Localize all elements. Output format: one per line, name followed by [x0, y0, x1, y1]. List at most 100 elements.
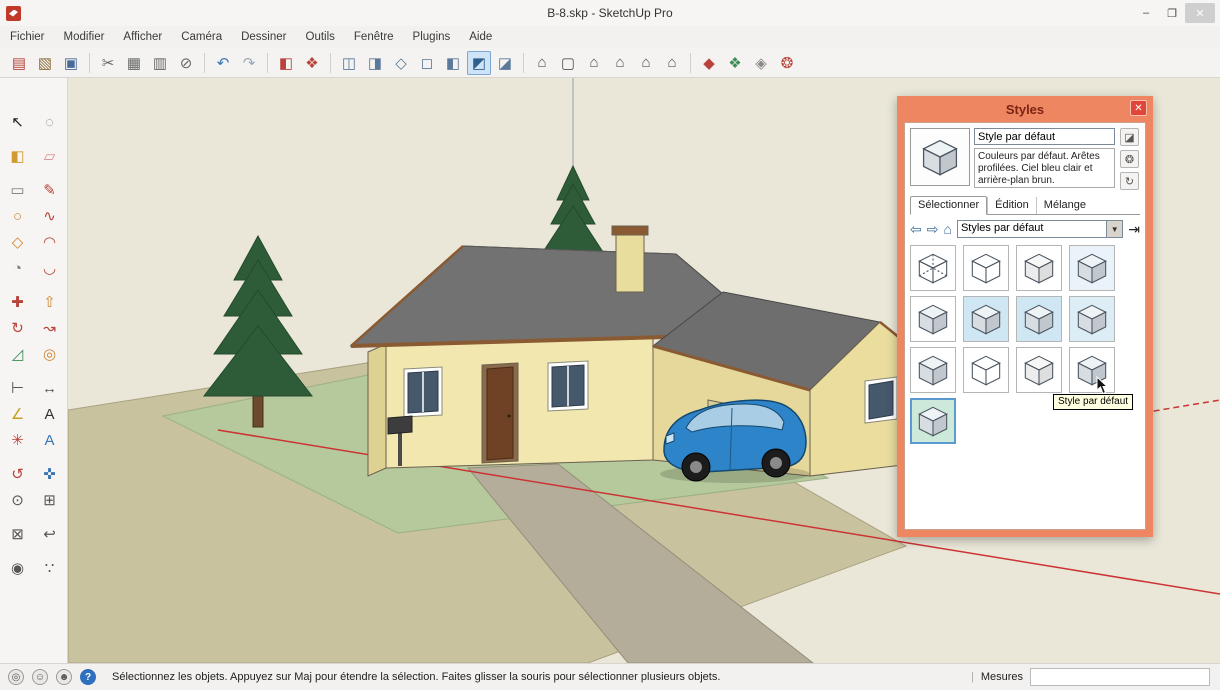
garage-window[interactable] — [869, 381, 893, 419]
shadows-icon[interactable]: ❂ — [775, 51, 799, 75]
details-arrow-icon[interactable]: ⇥ — [1128, 222, 1140, 236]
styles-panel-close-icon[interactable]: ✕ — [1130, 100, 1147, 116]
tab-selectionner[interactable]: Sélectionner — [910, 196, 987, 215]
help-icon[interactable]: ? — [80, 669, 96, 685]
left-view-icon[interactable]: ⌂ — [660, 51, 684, 75]
eraser-tool-icon[interactable]: ▱ — [37, 144, 63, 168]
two-point-arc-tool-icon[interactable]: ◡ — [37, 256, 63, 280]
tab-edition[interactable]: Édition — [987, 197, 1036, 214]
hidden-line-icon[interactable]: ◻ — [415, 51, 439, 75]
model-viewport[interactable]: Styles ✕ Couleurs par défaut. Arêtes pro… — [68, 78, 1220, 663]
menu-aide[interactable]: Aide — [469, 31, 492, 43]
menu-plugins[interactable]: Plugins — [413, 31, 451, 43]
open-file-icon[interactable]: ▧ — [33, 51, 57, 75]
zoom-tool-icon[interactable]: ⊙ — [5, 488, 31, 512]
text-tool-icon[interactable]: A — [37, 402, 63, 426]
tab-melange[interactable]: Mélange — [1036, 197, 1093, 214]
menu-afficher[interactable]: Afficher — [123, 31, 162, 43]
account-icon[interactable]: ☻ — [56, 669, 72, 685]
walk-tool-icon[interactable]: ∵ — [37, 556, 63, 580]
style-thumbnail-10[interactable] — [963, 347, 1009, 393]
forward-arrow-icon[interactable]: ⇨ — [927, 222, 939, 236]
restore-button-icon[interactable]: ❐ — [1159, 3, 1185, 23]
back-view-icon[interactable]: ⌂ — [634, 51, 658, 75]
line-tool-icon[interactable]: ✎ — [37, 178, 63, 202]
warehouse-icon[interactable]: ◆ — [697, 51, 721, 75]
style-thumbnail-8[interactable] — [1069, 296, 1115, 342]
copy-icon[interactable]: ▦ — [122, 51, 146, 75]
menu-dessiner[interactable]: Dessiner — [241, 31, 286, 43]
front-door[interactable] — [487, 367, 513, 460]
follow-me-tool-icon[interactable]: ↝ — [37, 316, 63, 340]
style-thumbnail-13[interactable] — [910, 398, 956, 444]
zoom-window-tool-icon[interactable]: ⊞ — [37, 488, 63, 512]
style-thumbnail-7[interactable] — [1016, 296, 1062, 342]
pie-tool-icon[interactable]: ◔ — [5, 256, 31, 280]
circle-tool-icon[interactable]: ○ — [5, 204, 31, 228]
move-tool-icon[interactable]: ✚ — [5, 290, 31, 314]
menu-outils[interactable]: Outils — [306, 31, 335, 43]
undo-icon[interactable]: ↶ — [211, 51, 235, 75]
close-button-icon[interactable]: ✕ — [1185, 3, 1215, 23]
offset-tool-icon[interactable]: ◎ — [37, 342, 63, 366]
style-thumbnail-2[interactable] — [963, 245, 1009, 291]
style-thumbnail-11[interactable] — [1016, 347, 1062, 393]
paint-bucket-tool-icon[interactable]: ◧ — [5, 144, 31, 168]
rotate-tool-icon[interactable]: ↻ — [5, 316, 31, 340]
paint-bucket-icon[interactable]: ◧ — [274, 51, 298, 75]
wireframe-icon[interactable]: ◇ — [389, 51, 413, 75]
previous-view-tool-icon[interactable]: ↩ — [37, 522, 63, 546]
arc-tool-icon[interactable]: ◠ — [37, 230, 63, 254]
zoom-extents-tool-icon[interactable]: ⊠ — [5, 522, 31, 546]
measures-input[interactable] — [1030, 668, 1210, 686]
materials-browser-icon[interactable]: ◈ — [749, 51, 773, 75]
claim-credit-icon[interactable]: ☺ — [32, 669, 48, 685]
top-view-icon[interactable]: ▢ — [556, 51, 580, 75]
menu-fichier[interactable]: Fichier — [10, 31, 45, 43]
styles-panel-header[interactable]: Styles ✕ — [904, 96, 1146, 122]
style-thumbnail-12[interactable] — [1069, 347, 1115, 393]
threed-text-tool-icon[interactable]: A — [37, 428, 63, 452]
tape-measure-tool-icon[interactable]: ⊢ — [5, 376, 31, 400]
front-view-icon[interactable]: ⌂ — [582, 51, 606, 75]
dimension-tool-icon[interactable]: ↔ — [37, 376, 63, 400]
menu-camera[interactable]: Caméra — [181, 31, 222, 43]
menu-fenetre[interactable]: Fenêtre — [354, 31, 394, 43]
shaded-textures-icon[interactable]: ◩ — [467, 51, 491, 75]
minimize-button-icon[interactable]: – — [1133, 3, 1159, 23]
back-arrow-icon[interactable]: ⇦ — [910, 222, 922, 236]
new-file-icon[interactable]: ▤ — [7, 51, 31, 75]
style-thumbnail-9[interactable] — [910, 347, 956, 393]
shaded-icon[interactable]: ◧ — [441, 51, 465, 75]
scale-tool-icon[interactable]: ◿ — [5, 342, 31, 366]
styles-collection-dropdown[interactable]: Styles par défaut ▼ — [957, 220, 1123, 238]
cut-icon[interactable]: ✂ — [96, 51, 120, 75]
update-style-icon[interactable]: ↻ — [1120, 172, 1139, 190]
geolocation-icon[interactable]: ◎ — [8, 669, 24, 685]
freehand-tool-icon[interactable]: ∿ — [37, 204, 63, 228]
delete-icon[interactable]: ⊘ — [174, 51, 198, 75]
xray-mode-icon[interactable]: ◫ — [337, 51, 361, 75]
protractor-tool-icon[interactable]: ∠ — [5, 402, 31, 426]
orbit-tool-icon[interactable]: ↺ — [5, 462, 31, 486]
style-thumbnail-1[interactable] — [910, 245, 956, 291]
home-icon[interactable]: ⌂ — [943, 222, 951, 236]
redo-icon[interactable]: ↷ — [237, 51, 261, 75]
style-thumbnail-4[interactable] — [1069, 245, 1115, 291]
monochrome-icon[interactable]: ◪ — [493, 51, 517, 75]
back-edges-icon[interactable]: ◨ — [363, 51, 387, 75]
chevron-down-icon[interactable]: ▼ — [1106, 221, 1122, 237]
push-pull-tool-icon[interactable]: ⇧ — [37, 290, 63, 314]
rectangle-tool-icon[interactable]: ▭ — [5, 178, 31, 202]
select-tool-icon[interactable]: ↖ — [5, 110, 31, 134]
component-icon[interactable]: ❖ — [300, 51, 324, 75]
style-thumbnail-5[interactable] — [910, 296, 956, 342]
menu-modifier[interactable]: Modifier — [64, 31, 105, 43]
axes-tool-icon[interactable]: ✳ — [5, 428, 31, 452]
look-around-tool-icon[interactable]: ◉ — [5, 556, 31, 580]
polygon-tool-icon[interactable]: ◇ — [5, 230, 31, 254]
paste-icon[interactable]: ▥ — [148, 51, 172, 75]
style-name-input[interactable] — [974, 128, 1115, 145]
components-browser-icon[interactable]: ❖ — [723, 51, 747, 75]
house-left-wall[interactable] — [368, 344, 386, 476]
